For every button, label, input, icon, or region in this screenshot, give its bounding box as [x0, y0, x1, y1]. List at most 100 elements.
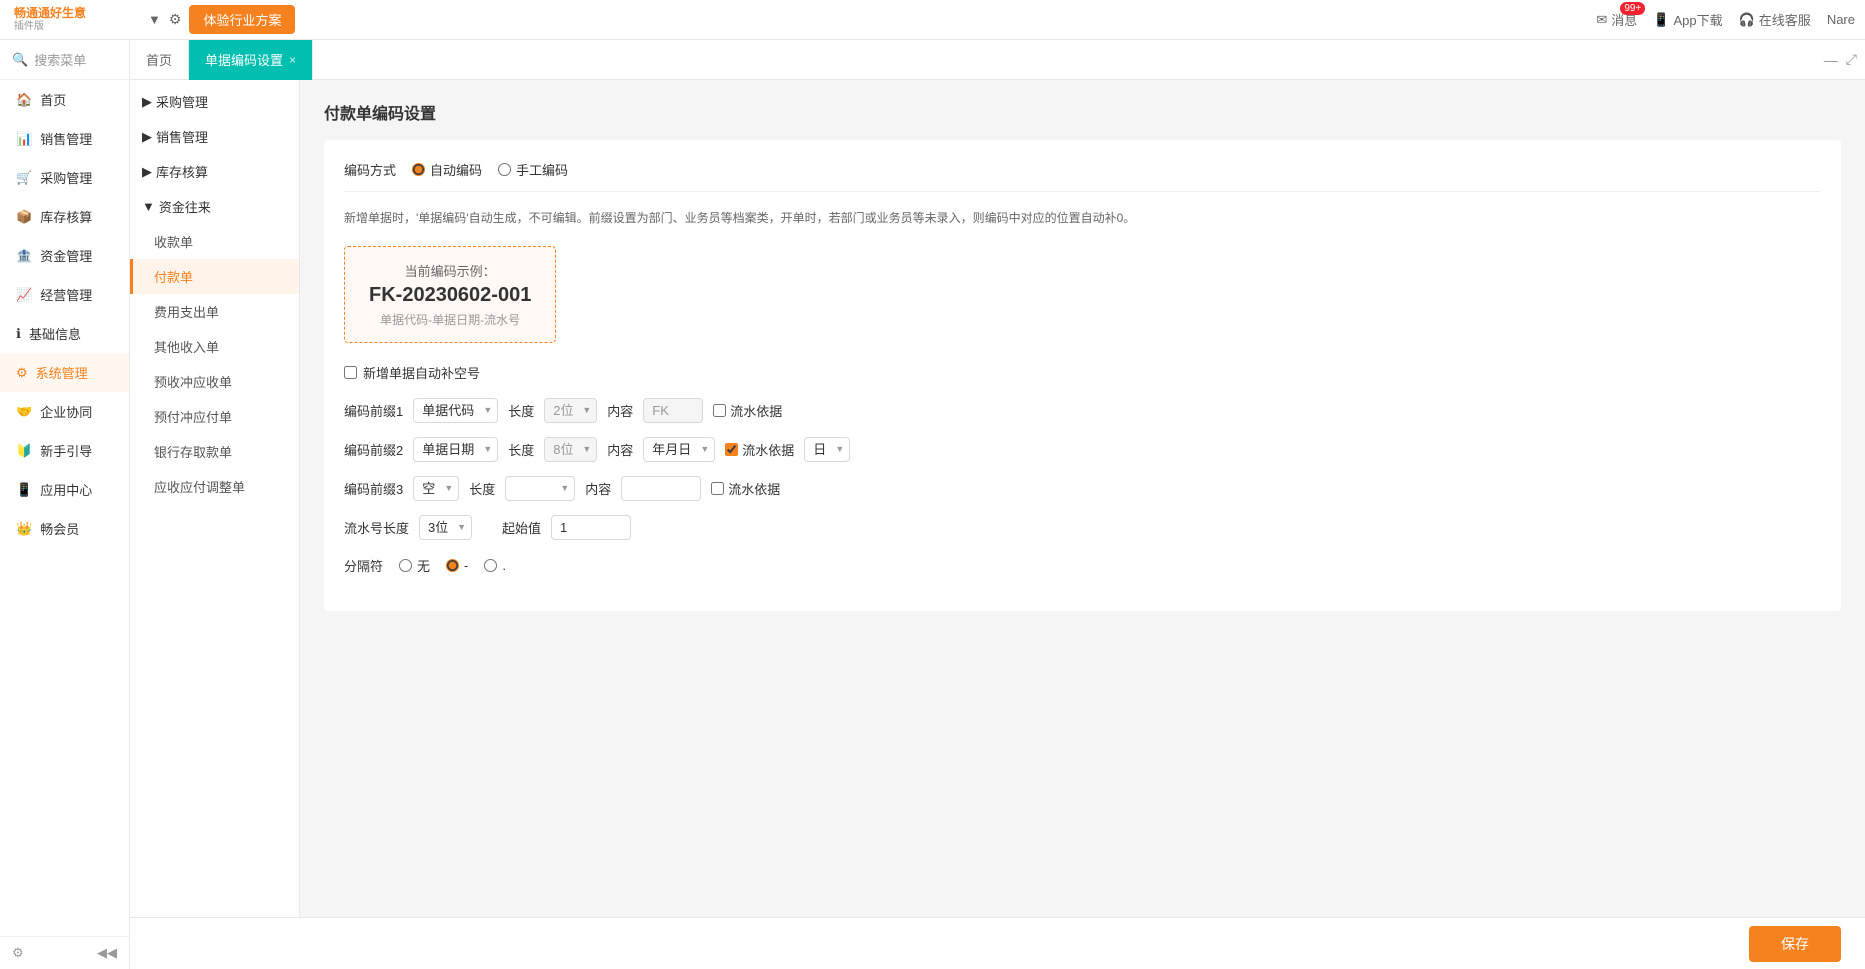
separator-label: 分隔符 — [344, 556, 383, 575]
purchase-icon: 🛒 — [16, 170, 32, 186]
sidebar-item-apps[interactable]: 📱 应用中心 — [0, 470, 129, 509]
prefix-2-label: 编码前缀2 — [344, 440, 403, 459]
experience-btn[interactable]: 体验行业方案 — [189, 5, 295, 34]
sub-menu-group-sales: ▶ 销售管理 — [130, 119, 299, 154]
code-example-box: 当前编码示例： FK-20230602-001 单据代码-单据日期-流水号 — [344, 246, 556, 343]
sidebar-item-sales[interactable]: 📊 销售管理 — [0, 119, 129, 158]
search-icon: 🔍 — [12, 52, 28, 68]
auto-fill-checkbox[interactable]: 新增单据自动补空号 — [344, 363, 1821, 382]
inventory-icon: 📦 — [16, 209, 32, 225]
encoding-method-label: 编码方式 — [344, 160, 396, 179]
nav-dropdown[interactable]: ▼ — [148, 12, 161, 27]
sidebar-item-home[interactable]: 🏠 首页 — [0, 80, 129, 119]
sub-menu-item-ar-ap-adjust[interactable]: 应收应付调整单 — [130, 469, 299, 504]
period-2-select[interactable]: 日 — [804, 437, 850, 462]
length-1-select[interactable]: 2位 — [544, 398, 597, 423]
message-icon[interactable]: ✉ 消息 99+ — [1596, 10, 1637, 29]
prefix-2-select[interactable]: 单据日期 — [413, 437, 498, 462]
sidebar-item-purchase[interactable]: 🛒 采购管理 — [0, 158, 129, 197]
brand-sub: 插件版 — [14, 21, 44, 33]
prefix-row-1: 编码前缀1 单据代码 ▼ 长度 2位 — [344, 398, 1821, 423]
sub-menu-item-prepay-offset[interactable]: 预收冲应收单 — [130, 364, 299, 399]
user-avatar[interactable]: Nare — [1827, 12, 1855, 27]
prefix-3-label: 编码前缀3 — [344, 479, 403, 498]
content-3-input[interactable] — [621, 476, 701, 501]
member-icon: 👑 — [16, 521, 32, 537]
sidebar-item-collab[interactable]: 🤝 企业协同 — [0, 392, 129, 431]
tab-maximize-icon[interactable]: ⤢ — [1846, 51, 1857, 68]
sub-menu-item-bank[interactable]: 银行存取款单 — [130, 434, 299, 469]
collapse-icon[interactable]: ◀◀ — [97, 945, 117, 961]
sub-menu-header-sales[interactable]: ▶ 销售管理 — [130, 119, 299, 154]
search-menu[interactable]: 🔍 搜索菜单 — [0, 40, 129, 80]
prefix-row-3: 编码前缀3 空 ▼ 长度 — [344, 476, 1821, 501]
tab-home[interactable]: 首页 — [130, 40, 189, 80]
sidebar-item-management[interactable]: 📈 经营管理 — [0, 275, 129, 314]
watermark-1-checkbox[interactable]: 流水依据 — [713, 401, 782, 420]
separator-dot-radio[interactable]: . — [484, 558, 506, 573]
tab-minimize-icon[interactable]: — — [1824, 52, 1838, 68]
info-text: 新增单据时，'单据编码'自动生成，不可编辑。前缀设置为部门、业务员等档案类，开单… — [344, 208, 1821, 230]
sub-sidebar: ▶ 采购管理 ▶ 销售管理 ▶ 库存核算 — [130, 80, 300, 917]
content-2-select[interactable]: 年月日 — [643, 437, 715, 462]
sub-menu-header-fund[interactable]: ▼ 资金往来 — [130, 189, 299, 224]
settings-footer-icon[interactable]: ⚙ — [12, 945, 24, 961]
length-2-select[interactable]: 8位 — [544, 437, 597, 462]
prefix-1-select[interactable]: 单据代码 — [413, 398, 498, 423]
sidebar-item-guide[interactable]: 🔰 新手引导 — [0, 431, 129, 470]
code-example-sub: 单据代码-单据日期-流水号 — [369, 311, 531, 328]
length-2-label: 长度 — [508, 440, 534, 459]
sub-menu-header-inventory[interactable]: ▶ 库存核算 — [130, 154, 299, 189]
sub-menu-item-other-income[interactable]: 其他收入单 — [130, 329, 299, 364]
content-1-input[interactable] — [643, 398, 703, 423]
sub-menu-item-advance-offset[interactable]: 预付冲应付单 — [130, 399, 299, 434]
brand-name: 畅通通好生意 — [14, 6, 86, 20]
code-example-main: FK-20230602-001 — [369, 284, 531, 307]
sidebar-item-info[interactable]: ℹ 基础信息 — [0, 314, 129, 353]
settings-icon[interactable]: ⚙ — [169, 11, 182, 28]
tabs-bar: 首页 单据编码设置 × — ⤢ — [130, 40, 1865, 80]
page-title: 付款单编码设置 — [324, 100, 1841, 124]
sub-menu-group-fund: ▼ 资金往来 收款单 付款单 费用支出单 其他收入单 预收冲应收单 预付冲应付单… — [130, 189, 299, 504]
sidebar-item-fund[interactable]: 🏦 资金管理 — [0, 236, 129, 275]
app-download[interactable]: 📱 App下载 — [1653, 10, 1722, 29]
info-icon: ℹ — [16, 326, 21, 342]
sidebar-item-inventory[interactable]: 📦 库存核算 — [0, 197, 129, 236]
prefix-1-label: 编码前缀1 — [344, 401, 403, 420]
start-value-input[interactable] — [551, 515, 631, 540]
sub-menu-header-purchase[interactable]: ▶ 采购管理 — [130, 84, 299, 119]
length-3-label: 长度 — [469, 479, 495, 498]
serial-length-label: 流水号长度 — [344, 518, 409, 537]
watermark-2-checkbox[interactable]: 流水依据 — [725, 440, 794, 459]
serial-length-select[interactable]: 3位 — [419, 515, 472, 540]
brand-logo: 畅通通好生意 插件版 — [10, 6, 140, 32]
auto-encode-radio[interactable]: 自动编码 — [412, 160, 482, 179]
sub-menu-item-payment[interactable]: 付款单 — [130, 259, 299, 294]
separator-dash-radio[interactable]: - — [446, 558, 468, 573]
separator-row: 分隔符 无 - . — [344, 556, 1821, 575]
fund-icon: 🏦 — [16, 248, 32, 264]
sub-menu-item-receipt[interactable]: 收款单 — [130, 224, 299, 259]
start-value-label: 起始值 — [502, 518, 541, 537]
length-3-select[interactable] — [505, 476, 575, 501]
sidebar-item-system[interactable]: ⚙ 系统管理 — [0, 353, 129, 392]
watermark-3-checkbox[interactable]: 流水依据 — [711, 479, 780, 498]
apps-icon: 📱 — [16, 482, 32, 498]
tab-encoding-settings[interactable]: 单据编码设置 × — [189, 40, 313, 80]
online-service[interactable]: 🎧 在线客服 — [1739, 10, 1811, 29]
sub-menu-item-expense[interactable]: 费用支出单 — [130, 294, 299, 329]
content-3-label: 内容 — [585, 479, 611, 498]
content-area: 付款单编码设置 编码方式 自动编码 手工编码 — [300, 80, 1865, 917]
sub-menu-group-inventory: ▶ 库存核算 — [130, 154, 299, 189]
settings-card: 编码方式 自动编码 手工编码 新增单据时 — [324, 140, 1841, 611]
manual-encode-radio[interactable]: 手工编码 — [498, 160, 568, 179]
prefix-3-select[interactable]: 空 — [413, 476, 459, 501]
length-1-label: 长度 — [508, 401, 534, 420]
sidebar-item-member[interactable]: 👑 畅会员 — [0, 509, 129, 548]
serial-row: 流水号长度 3位 ▼ 起始值 — [344, 515, 1821, 540]
save-button[interactable]: 保存 — [1749, 926, 1841, 962]
separator-none-radio[interactable]: 无 — [399, 556, 430, 575]
tab-close-icon[interactable]: × — [289, 53, 296, 67]
sidebar: 🔍 搜索菜单 🏠 首页 📊 销售管理 🛒 采购管理 📦 库存核算 🏦 — [0, 40, 130, 969]
bottom-bar: 保存 — [130, 917, 1865, 969]
